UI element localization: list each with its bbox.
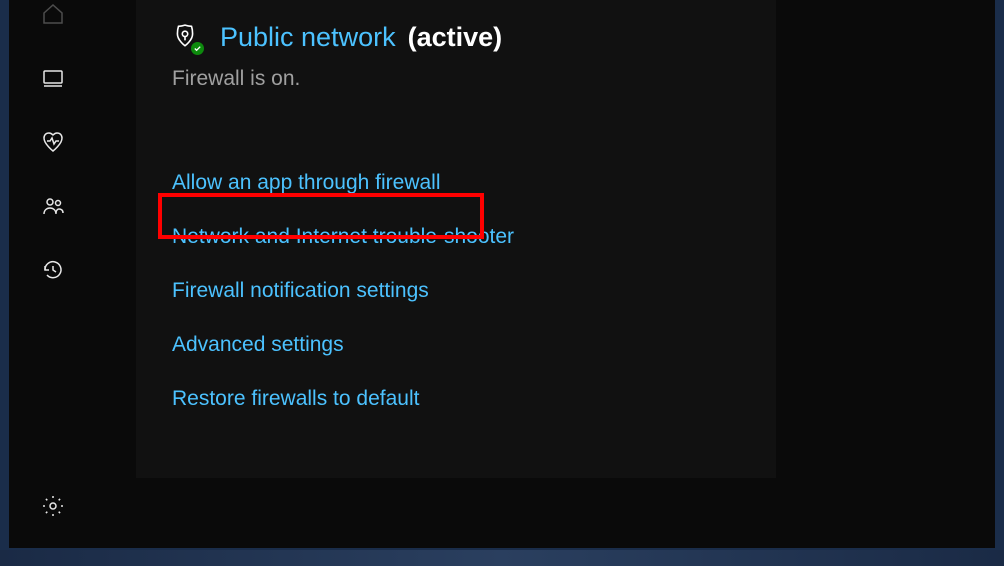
restore-firewalls-default-link[interactable]: Restore firewalls to default [172, 387, 419, 411]
network-active-label: (active) [408, 22, 503, 53]
firewall-notification-settings-link[interactable]: Firewall notification settings [172, 279, 429, 303]
sidebar [9, 0, 96, 548]
allow-app-through-firewall-link[interactable]: Allow an app through firewall [172, 171, 441, 195]
advanced-settings-link[interactable]: Advanced settings [172, 333, 344, 357]
network-troubleshooter-link[interactable]: Network and Internet trouble-shooter [172, 225, 514, 249]
public-network-link[interactable]: Public network [220, 22, 396, 53]
firewall-status-text: Firewall is on. [172, 67, 740, 91]
heart-rate-icon[interactable] [29, 118, 77, 166]
people-icon[interactable] [29, 182, 77, 230]
settings-icon[interactable] [29, 482, 77, 530]
history-icon[interactable] [29, 246, 77, 294]
firewall-card: Public network (active) Firewall is on. … [136, 0, 776, 478]
monitor-icon[interactable] [29, 54, 77, 102]
main-content: Public network (active) Firewall is on. … [96, 0, 995, 548]
shield-check-icon [172, 23, 202, 53]
network-header: Public network (active) [172, 22, 740, 53]
home-icon[interactable] [29, 0, 77, 38]
security-window: Public network (active) Firewall is on. … [9, 0, 995, 548]
firewall-links: Allow an app through firewall Network an… [172, 171, 740, 411]
taskbar-background [0, 550, 1004, 566]
